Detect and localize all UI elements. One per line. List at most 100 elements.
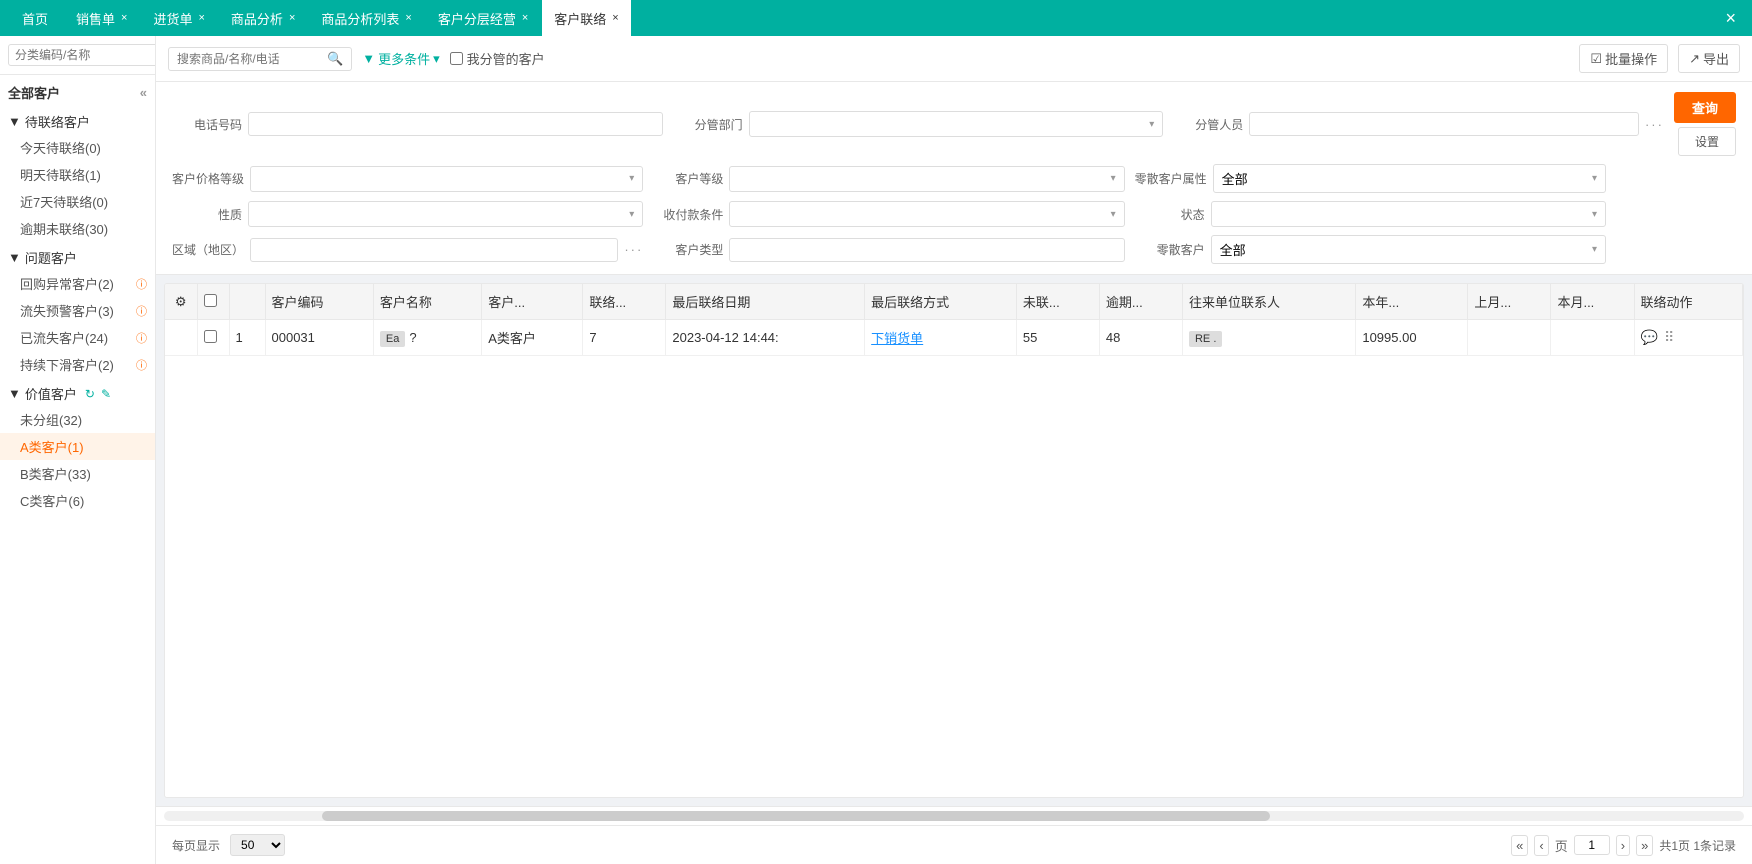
nav-tab-purchase-close[interactable]: × (198, 12, 204, 24)
td-no: 1 (229, 320, 265, 356)
sidebar-item-overdue[interactable]: 逾期未联络(30) (0, 215, 155, 242)
nature-select[interactable]: ▾ (248, 201, 643, 227)
customer-level-select[interactable]: ▾ (729, 166, 1124, 192)
person-label: 分管人员 (1173, 116, 1243, 133)
edit-group-icon[interactable]: ✎ (101, 387, 111, 401)
th-uncontacted: 未联... (1016, 284, 1099, 320)
all-customers-label: 全部客户 (8, 83, 60, 102)
row-check[interactable] (204, 330, 217, 343)
retail-customer-select[interactable]: 全部 ▾ (1211, 235, 1606, 264)
region-input[interactable] (250, 238, 618, 262)
group-pending-contact[interactable]: ▼ 待联络客户 (0, 106, 155, 134)
sidebar-search-input[interactable] (8, 44, 156, 66)
th-check[interactable] (197, 284, 229, 320)
search-input[interactable] (177, 52, 327, 66)
my-customers-checkbox[interactable]: 我分管的客户 (450, 49, 545, 68)
nav-tab-customer-layer-close[interactable]: × (522, 12, 528, 24)
customer-level-label: 客户等级 (653, 170, 723, 187)
dept-select[interactable]: ▾ (749, 111, 1164, 137)
nav-tab-customer-contact-close[interactable]: × (612, 12, 618, 24)
status-select[interactable]: ▾ (1211, 201, 1606, 227)
filter-icon: ▼ (362, 51, 375, 66)
td-last-month (1468, 320, 1551, 356)
sidebar-item-tomorrow[interactable]: 明天待联络(1) (0, 161, 155, 188)
filter-retail-customer: 零散客户 全部 ▾ (1135, 235, 1606, 264)
th-overdue: 逾期... (1099, 284, 1182, 320)
nav-tab-sales-close[interactable]: × (121, 12, 127, 24)
page-number-input[interactable] (1574, 835, 1610, 855)
sidebar-item-b-class[interactable]: B类客户(33) (0, 460, 155, 487)
sidebar-item-repurchase-abnormal[interactable]: 回购异常客户(2) ⓘ (0, 270, 155, 297)
sidebar-item-a-class[interactable]: A类客户(1) (0, 433, 155, 460)
search-icon[interactable]: 🔍 (327, 51, 343, 67)
more-conditions-label: 更多条件 (378, 49, 430, 68)
nav-tab-analysis-close[interactable]: × (289, 12, 295, 24)
td-name: Ea? (373, 320, 481, 356)
person-input[interactable] (1249, 112, 1639, 136)
sidebar-item-today[interactable]: 今天待联络(0) (0, 134, 155, 161)
query-btn[interactable]: 查询 (1674, 92, 1736, 123)
td-check[interactable] (197, 320, 229, 356)
data-table: ⚙ 客户编码 客户名称 客户... 联络... 最后联络日期 最后联络方式 未联… (165, 284, 1743, 356)
settings-btn[interactable]: 设置 (1678, 127, 1736, 156)
all-customers-header: 全部客户 « (0, 75, 155, 106)
horizontal-scrollbar[interactable] (156, 806, 1752, 825)
nav-tab-customer-layer[interactable]: 客户分层经营 × (426, 0, 540, 36)
nav-tab-purchase[interactable]: 进货单 × (141, 0, 216, 36)
td-last-method[interactable]: 下销货单 (865, 320, 1017, 356)
sidebar-collapse-btn[interactable]: « (140, 85, 147, 100)
filter-price-level: 客户价格等级 ▾ (172, 166, 643, 192)
nav-tab-sales[interactable]: 销售单 × (64, 0, 139, 36)
more-arrow-icon: ▾ (433, 51, 440, 67)
sidebar-item-7days[interactable]: 近7天待联络(0) (0, 188, 155, 215)
region-more-icon[interactable]: ··· (624, 242, 643, 257)
warn-icon-4: ⓘ (136, 357, 147, 373)
refresh-icon[interactable]: ↻ (85, 387, 95, 401)
filter-status: 状态 ▾ (1135, 201, 1606, 227)
prev-page-btn[interactable]: ‹ (1534, 835, 1548, 856)
per-page-select[interactable]: 50 100 200 (230, 834, 285, 856)
price-level-select[interactable]: ▾ (250, 166, 643, 192)
group-problem-customer[interactable]: ▼ 问题客户 (0, 242, 155, 270)
nav-tab-analysis-list[interactable]: 商品分析列表 × (309, 0, 423, 36)
price-level-label: 客户价格等级 (172, 170, 244, 187)
next-page-btn[interactable]: › (1616, 835, 1630, 856)
page-size-area: 每页显示 50 100 200 (172, 834, 289, 856)
payment-select[interactable]: ▾ (729, 201, 1124, 227)
retail-attr-arrow: ▾ (1592, 173, 1597, 184)
nav-tab-analysis-list-label: 商品分析列表 (321, 9, 399, 28)
my-customers-check[interactable] (450, 52, 463, 65)
more-conditions-btn[interactable]: ▼ 更多条件 ▾ (362, 49, 439, 68)
th-settings[interactable]: ⚙ (165, 284, 197, 320)
sidebar-item-ungrouped[interactable]: 未分组(32) (0, 406, 155, 433)
td-this-year: 10995.00 (1356, 320, 1468, 356)
nav-tab-analysis[interactable]: 商品分析 × (219, 0, 307, 36)
sidebar-item-declining[interactable]: 持续下滑客户(2) ⓘ (0, 351, 155, 378)
customer-tag: Ea (380, 331, 405, 347)
check-all[interactable] (204, 294, 217, 307)
sidebar-item-churn-warning[interactable]: 流失预警客户(3) ⓘ (0, 297, 155, 324)
sidebar-item-c-class[interactable]: C类客户(6) (0, 487, 155, 514)
sidebar-item-churned[interactable]: 已流失客户(24) ⓘ (0, 324, 155, 351)
filter-retail-attr: 零散客户属性 全部 ▾ (1135, 164, 1606, 193)
retail-attr-select[interactable]: 全部 ▾ (1213, 164, 1606, 193)
first-page-btn[interactable]: « (1511, 835, 1528, 856)
chat-action-icon[interactable]: 💬 (1641, 329, 1658, 346)
last-page-btn[interactable]: » (1636, 835, 1653, 856)
nav-tab-customer-contact[interactable]: 客户联络 × (542, 0, 630, 36)
retail-attr-label: 零散客户属性 (1135, 170, 1207, 187)
phone-input[interactable] (248, 112, 663, 136)
window-close-button[interactable]: × (1717, 8, 1744, 29)
nav-tab-analysis-list-close[interactable]: × (405, 12, 411, 24)
customer-type-input[interactable] (729, 238, 1124, 262)
filter-payment: 收付款条件 ▾ (653, 201, 1124, 227)
scrollbar-thumb[interactable] (322, 811, 1270, 821)
nav-home[interactable]: 首页 (8, 9, 62, 28)
export-btn[interactable]: ↗ 导出 (1678, 44, 1740, 73)
group-value-customer[interactable]: ▼ 价值客户 ↻ ✎ (0, 378, 155, 406)
scrollbar-track (164, 811, 1744, 821)
barcode-action-icon[interactable]: ⠿ (1664, 329, 1674, 346)
person-more-icon[interactable]: ··· (1645, 117, 1664, 132)
last-method-link[interactable]: 下销货单 (871, 331, 923, 346)
batch-op-btn[interactable]: ☑ 批量操作 (1579, 44, 1668, 73)
